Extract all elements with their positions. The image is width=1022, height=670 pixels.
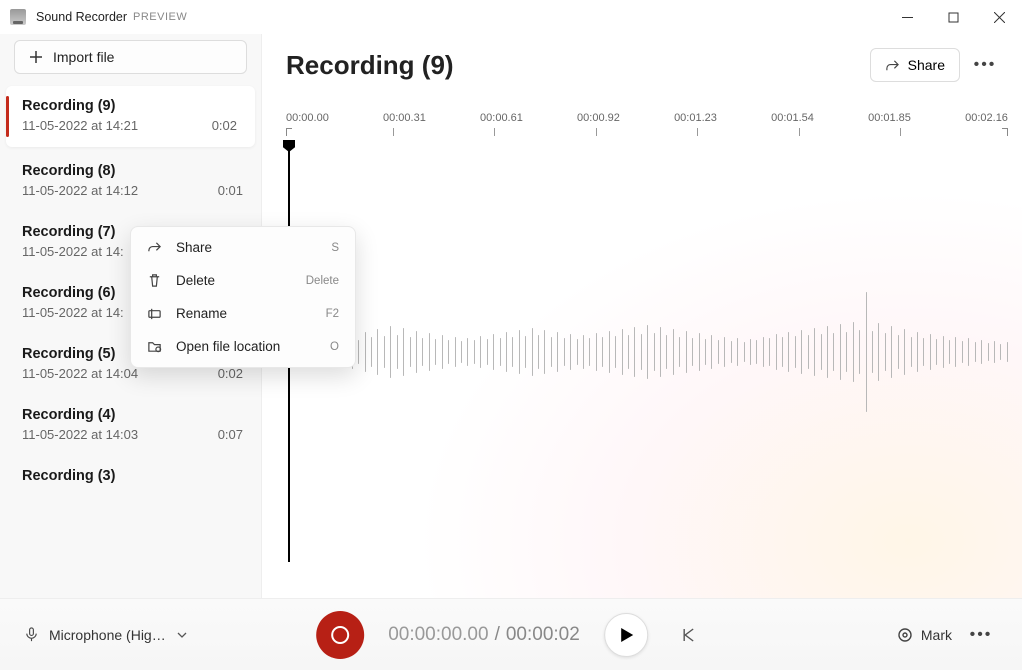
context-shortcut: F2 (326, 308, 339, 320)
recording-date: 11-05-2022 at 14:21 (22, 118, 138, 133)
context-label: Share (176, 240, 212, 255)
skip-back-button[interactable] (672, 627, 706, 643)
preview-badge: PREVIEW (133, 11, 187, 23)
plus-icon (29, 50, 43, 64)
recording-item[interactable]: Recording (4) 11-05-2022 at 14:03 0:07 (0, 395, 261, 456)
microphone-selector[interactable]: Microphone (Hig… (24, 627, 188, 643)
mic-icon (24, 627, 39, 642)
context-shortcut: S (331, 242, 339, 254)
recording-duration: 0:07 (218, 427, 243, 442)
recording-duration: 0:02 (212, 118, 237, 133)
context-shortcut: O (330, 341, 339, 353)
close-button[interactable] (976, 0, 1022, 34)
timeline-tick-label: 00:00.92 (577, 112, 620, 124)
titlebar: Sound Recorder PREVIEW (0, 0, 1022, 34)
recording-duration: 0:02 (218, 366, 243, 381)
context-open-file-location[interactable]: Open file location O (135, 330, 351, 363)
recording-title: Recording (4) (22, 407, 243, 423)
more-button[interactable]: ••• (968, 48, 1002, 82)
recording-item[interactable]: Recording (8) 11-05-2022 at 14:12 0:01 (0, 151, 261, 212)
folder-icon (147, 339, 162, 354)
timeline[interactable]: 00:00.00 00:00.31 00:00.61 00:00.92 00:01.23… (286, 112, 1008, 138)
context-label: Open file location (176, 339, 280, 354)
recording-item[interactable]: Recording (9) 11-05-2022 at 14:21 0:02 (6, 86, 255, 147)
bottom-more-button[interactable]: ••• (964, 618, 998, 652)
maximize-button[interactable] (930, 0, 976, 34)
waveform-area[interactable] (286, 142, 1008, 562)
recording-duration: 0:01 (218, 183, 243, 198)
mark-icon (897, 627, 913, 643)
context-share[interactable]: Share S (135, 231, 351, 264)
share-icon (885, 58, 900, 73)
minimize-button[interactable] (884, 0, 930, 34)
timeline-tick-label: 00:00.61 (480, 112, 523, 124)
page-title: Recording (9) (286, 50, 454, 81)
recording-date: 11-05-2022 at 14:03 (22, 427, 138, 442)
share-button[interactable]: Share (870, 48, 960, 82)
trash-icon (147, 273, 162, 288)
recording-title: Recording (9) (22, 98, 237, 114)
recording-item[interactable]: Recording (3) (0, 456, 261, 502)
recording-date: 11-05-2022 at 14:04 (22, 366, 138, 381)
app-title: Sound Recorder (36, 10, 127, 24)
mic-label: Microphone (Hig… (49, 627, 166, 643)
time-display: 00:00:00.00 / 00:00:02 (388, 624, 580, 646)
context-menu: Share S Delete Delete Rename F2 Open file loca… (130, 226, 356, 368)
mark-button[interactable]: Mark (897, 627, 952, 643)
recording-date: 11-05-2022 at 14: (22, 244, 124, 259)
context-label: Delete (176, 273, 215, 288)
timeline-tick-label: 00:01.23 (674, 112, 717, 124)
timeline-tick-label: 00:00.00 (286, 112, 329, 124)
context-rename[interactable]: Rename F2 (135, 297, 351, 330)
play-button[interactable] (604, 613, 648, 657)
context-shortcut: Delete (306, 275, 339, 287)
context-label: Rename (176, 306, 227, 321)
time-separator: / (495, 624, 500, 646)
ellipsis-icon: ••• (974, 57, 997, 73)
import-label: Import file (53, 49, 114, 65)
ellipsis-icon: ••• (970, 627, 993, 643)
bottom-bar: Microphone (Hig… 00:00:00.00 / 00:00:02 … (0, 598, 1022, 670)
chevron-down-icon (176, 629, 188, 641)
context-delete[interactable]: Delete Delete (135, 264, 351, 297)
recording-date: 11-05-2022 at 14: (22, 305, 124, 320)
waveform (286, 242, 1008, 462)
timeline-tick-label: 00:02.16 (965, 112, 1008, 124)
share-icon (147, 240, 162, 255)
time-total: 00:00:02 (506, 624, 580, 646)
app-icon (10, 9, 26, 25)
recording-title: Recording (8) (22, 163, 243, 179)
timeline-tick-label: 00:01.54 (771, 112, 814, 124)
mark-label: Mark (921, 627, 952, 643)
import-file-button[interactable]: Import file (14, 40, 247, 74)
record-button[interactable] (316, 611, 364, 659)
time-current: 00:00:00.00 (388, 624, 488, 646)
timeline-tick-label: 00:01.85 (868, 112, 911, 124)
recording-date: 11-05-2022 at 14:12 (22, 183, 138, 198)
timeline-tick-label: 00:00.31 (383, 112, 426, 124)
rename-icon (147, 306, 162, 321)
recording-title: Recording (3) (22, 468, 243, 484)
share-label: Share (908, 57, 945, 73)
main-panel: Recording (9) Share ••• 00:00.00 00:00.31… (262, 34, 1022, 598)
